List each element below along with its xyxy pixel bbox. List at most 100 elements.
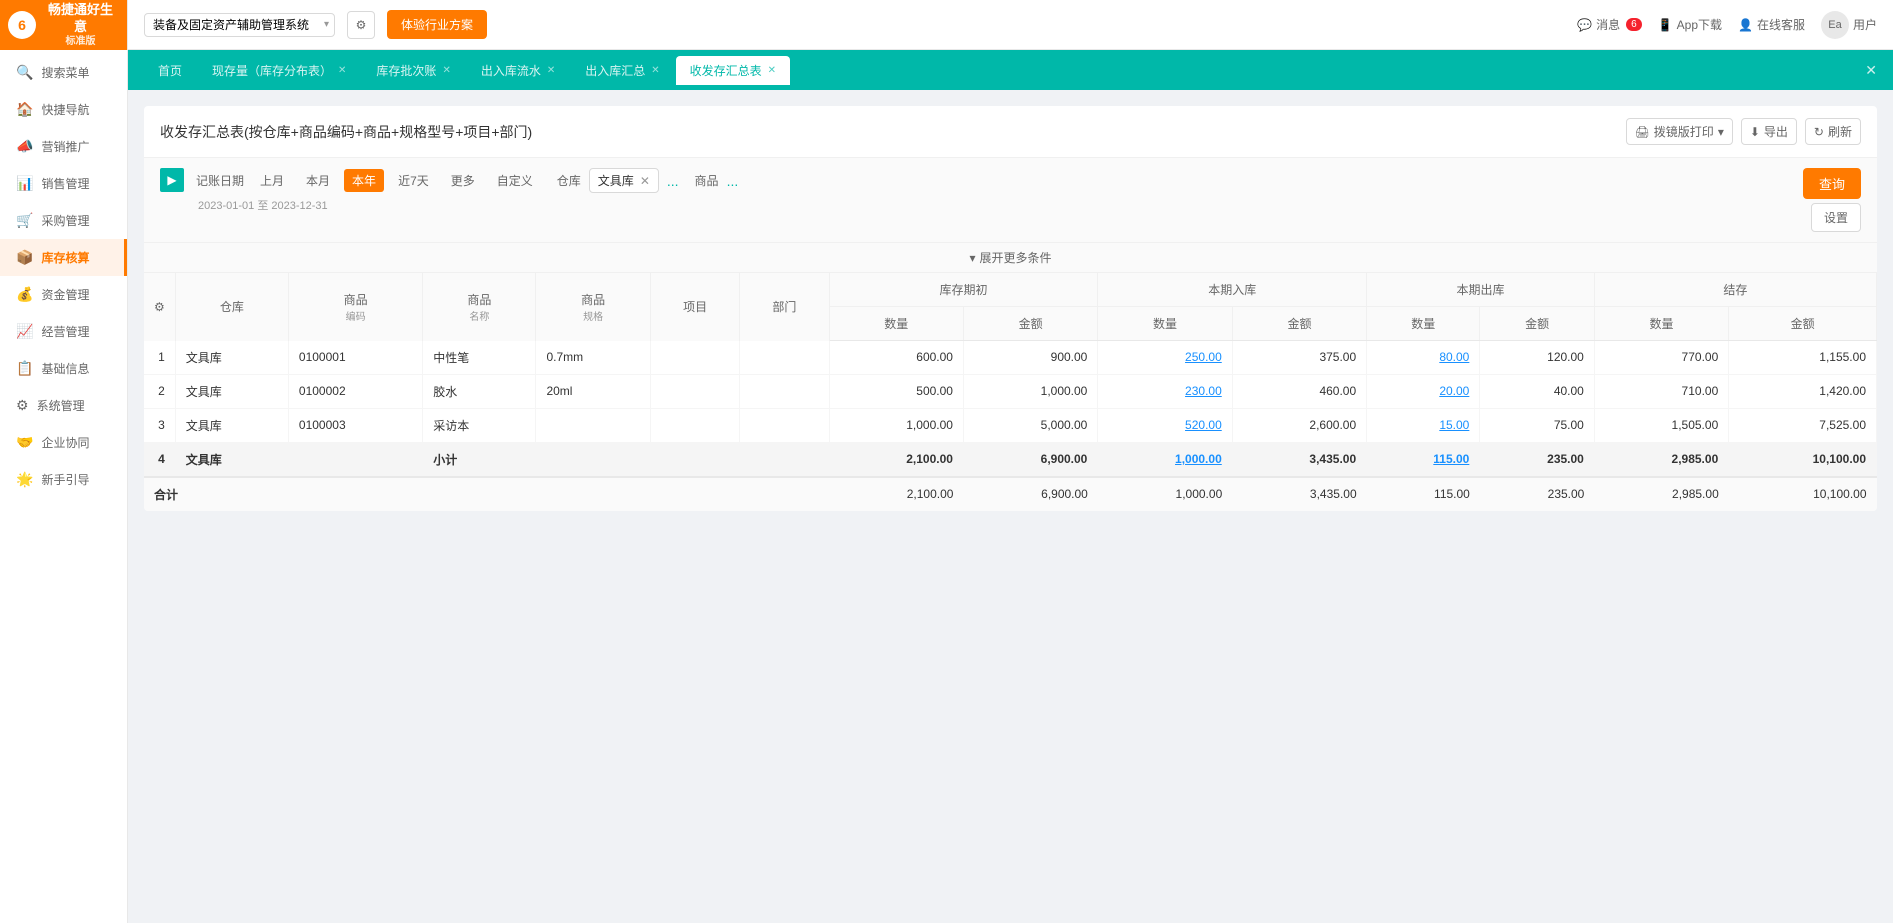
date-this-year[interactable]: 本年 <box>344 169 384 192</box>
tab-inventory-dist[interactable]: 现存量（库存分布表） ✕ <box>198 56 360 85</box>
table-row: 1文具库0100001中性笔0.7mm600.00900.00250.00375… <box>144 341 1877 375</box>
row-out-qty[interactable]: 15.00 <box>1367 408 1480 442</box>
top-header: 装备及固定资产辅助管理系统 ⚙ 体验行业方案 💬 消息 6 📱 App下载 👤 … <box>128 0 1893 50</box>
header-right: 💬 消息 6 📱 App下载 👤 在线客服 Ea 用户 <box>1577 11 1877 39</box>
date-last-month[interactable]: 上月 <box>252 169 292 192</box>
user-action[interactable]: Ea 用户 <box>1821 11 1877 39</box>
sidebar-item-purchase[interactable]: 🛒 采购管理 <box>0 202 127 239</box>
tab-bar-close[interactable]: ✕ <box>1865 62 1877 79</box>
row-out-qty[interactable]: 20.00 <box>1367 374 1480 408</box>
tab-flow-label: 出入库流水 <box>481 62 541 79</box>
online-service-action[interactable]: 👤 在线客服 <box>1738 16 1805 33</box>
sidebar-item-inventory[interactable]: 📦 库存核算 <box>0 239 127 276</box>
row-out-qty[interactable]: 80.00 <box>1367 341 1480 375</box>
refresh-button[interactable]: ↻ 刷新 <box>1805 118 1861 145</box>
row-warehouse: 文具库 <box>175 341 288 375</box>
tab-flow-close[interactable]: ✕ <box>547 65 555 76</box>
expand-button[interactable]: ▾ 展开更多条件 <box>969 249 1051 266</box>
main-area: 装备及固定资产辅助管理系统 ⚙ 体验行业方案 💬 消息 6 📱 App下载 👤 … <box>128 0 1893 923</box>
date-7days[interactable]: 近7天 <box>390 169 437 192</box>
tab-flow[interactable]: 出入库流水 ✕ <box>467 56 569 85</box>
opening-col-header: 库存期初 <box>829 273 1098 307</box>
goods-dots[interactable]: ... <box>727 173 739 189</box>
row-bal-amt: 1,420.00 <box>1729 374 1877 408</box>
sidebar-label-finance: 资金管理 <box>41 286 89 303</box>
row-in-qty[interactable]: 1,000.00 <box>1098 442 1232 477</box>
row-bal-qty: 710.00 <box>1594 374 1728 408</box>
sidebar-item-operations[interactable]: 📈 经营管理 <box>0 313 127 350</box>
sidebar-item-finance[interactable]: 💰 资金管理 <box>0 276 127 313</box>
app-download-action[interactable]: 📱 App下载 <box>1658 16 1722 33</box>
export-button[interactable]: ⬇ 导出 <box>1741 118 1797 145</box>
tab-summary-close[interactable]: ✕ <box>651 65 659 76</box>
date-filters: 上月 本月 本年 近7天 更多 自定义 <box>252 169 541 192</box>
sidebar-label-purchase: 采购管理 <box>41 212 89 229</box>
date-more[interactable]: 更多 <box>443 169 483 192</box>
sidebar-item-enterprise[interactable]: 🤝 企业协同 <box>0 424 127 461</box>
logo-line2: 标准版 <box>42 35 119 48</box>
in-qty-header: 数量 <box>1098 307 1232 341</box>
settings-col-header[interactable]: ⚙ <box>144 273 175 341</box>
service-icon: 👤 <box>1738 18 1753 32</box>
gear-button[interactable]: ⚙ <box>347 11 375 39</box>
filter-actions: 查询 设置 <box>1803 168 1861 232</box>
row-out-qty[interactable]: 115.00 <box>1367 442 1480 477</box>
home-icon: 🏠 <box>16 101 33 118</box>
row-in-qty[interactable]: 230.00 <box>1098 374 1232 408</box>
row-in-amt: 2,600.00 <box>1232 408 1366 442</box>
trial-button[interactable]: 体验行业方案 <box>387 10 487 39</box>
row-name: 胶水 <box>423 374 536 408</box>
sidebar-item-quick-nav[interactable]: 🏠 快捷导航 <box>0 91 127 128</box>
query-button[interactable]: 查询 <box>1803 168 1861 199</box>
warehouse-col-header: 仓库 <box>175 273 288 341</box>
logo-icon: 6 <box>8 11 36 39</box>
warehouse-dots[interactable]: ... <box>667 173 679 189</box>
set-button[interactable]: 设置 <box>1811 203 1861 232</box>
row-warehouse: 文具库 <box>175 442 288 477</box>
row-in-amt: 3,435.00 <box>1232 442 1366 477</box>
refresh-icon: ↻ <box>1814 125 1824 139</box>
footer-in-qty: 1,000.00 <box>1098 477 1232 511</box>
out-qty-header: 数量 <box>1367 307 1480 341</box>
tab-summary[interactable]: 出入库汇总 ✕ <box>571 56 673 85</box>
print-button[interactable]: 🖨 拨镜版打印 ▾ <box>1626 118 1733 145</box>
warehouse-tag-close[interactable]: ✕ <box>640 174 650 188</box>
sidebar-item-guide[interactable]: 🌟 新手引导 <box>0 461 127 498</box>
filter-toggle[interactable]: ▶ <box>160 168 184 192</box>
date-this-month[interactable]: 本月 <box>298 169 338 192</box>
warehouse-filter-group: 仓库 文具库 ✕ ... <box>557 168 679 193</box>
sidebar-item-basic-info[interactable]: 📋 基础信息 <box>0 350 127 387</box>
sidebar-item-system[interactable]: ⚙ 系统管理 <box>0 387 127 424</box>
sidebar-label-basic-info: 基础信息 <box>41 360 89 377</box>
date-custom[interactable]: 自定义 <box>489 169 541 192</box>
row-in-qty[interactable]: 250.00 <box>1098 341 1232 375</box>
enterprise-icon: 🤝 <box>16 434 33 451</box>
tab-home[interactable]: 首页 <box>144 56 196 85</box>
outbound-col-header: 本期出库 <box>1367 273 1595 307</box>
table-body: 1文具库0100001中性笔0.7mm600.00900.00250.00375… <box>144 341 1877 477</box>
row-code <box>288 442 422 477</box>
sidebar-item-marketing[interactable]: 📣 营销推广 <box>0 128 127 165</box>
warehouse-filter-label: 仓库 <box>557 172 581 189</box>
sidebar-item-sales[interactable]: 📊 销售管理 <box>0 165 127 202</box>
row-dept <box>740 374 829 408</box>
tab-summary-label: 出入库汇总 <box>585 62 645 79</box>
sidebar-label-enterprise: 企业协同 <box>41 434 89 451</box>
row-in-qty[interactable]: 520.00 <box>1098 408 1232 442</box>
row-project <box>650 341 739 375</box>
tab-recv-send[interactable]: 收发存汇总表 ✕ <box>676 56 790 85</box>
sys-select[interactable]: 装备及固定资产辅助管理系统 <box>144 13 335 37</box>
message-action[interactable]: 💬 消息 6 <box>1577 16 1642 33</box>
tab-inventory-dist-close[interactable]: ✕ <box>338 65 346 76</box>
row-open-qty: 600.00 <box>829 341 963 375</box>
date-filter-group: 记账日期 上月 本月 本年 近7天 更多 自定义 <box>196 169 541 192</box>
panel-actions: 🖨 拨镜版打印 ▾ ⬇ 导出 ↻ 刷新 <box>1626 118 1861 145</box>
sidebar-item-search[interactable]: 🔍 搜索菜单 <box>0 54 127 91</box>
logo-line1: 畅捷通好生意 <box>42 2 119 36</box>
footer-row: 合计 2,100.00 6,900.00 1,000.00 3,435.00 1… <box>144 477 1877 511</box>
tab-recv-send-close[interactable]: ✕ <box>768 65 776 76</box>
tab-batch[interactable]: 库存批次账 ✕ <box>362 56 464 85</box>
row-warehouse: 文具库 <box>175 374 288 408</box>
filter-content: 记账日期 上月 本月 本年 近7天 更多 自定义 仓库 <box>196 168 1791 213</box>
tab-batch-close[interactable]: ✕ <box>442 65 450 76</box>
